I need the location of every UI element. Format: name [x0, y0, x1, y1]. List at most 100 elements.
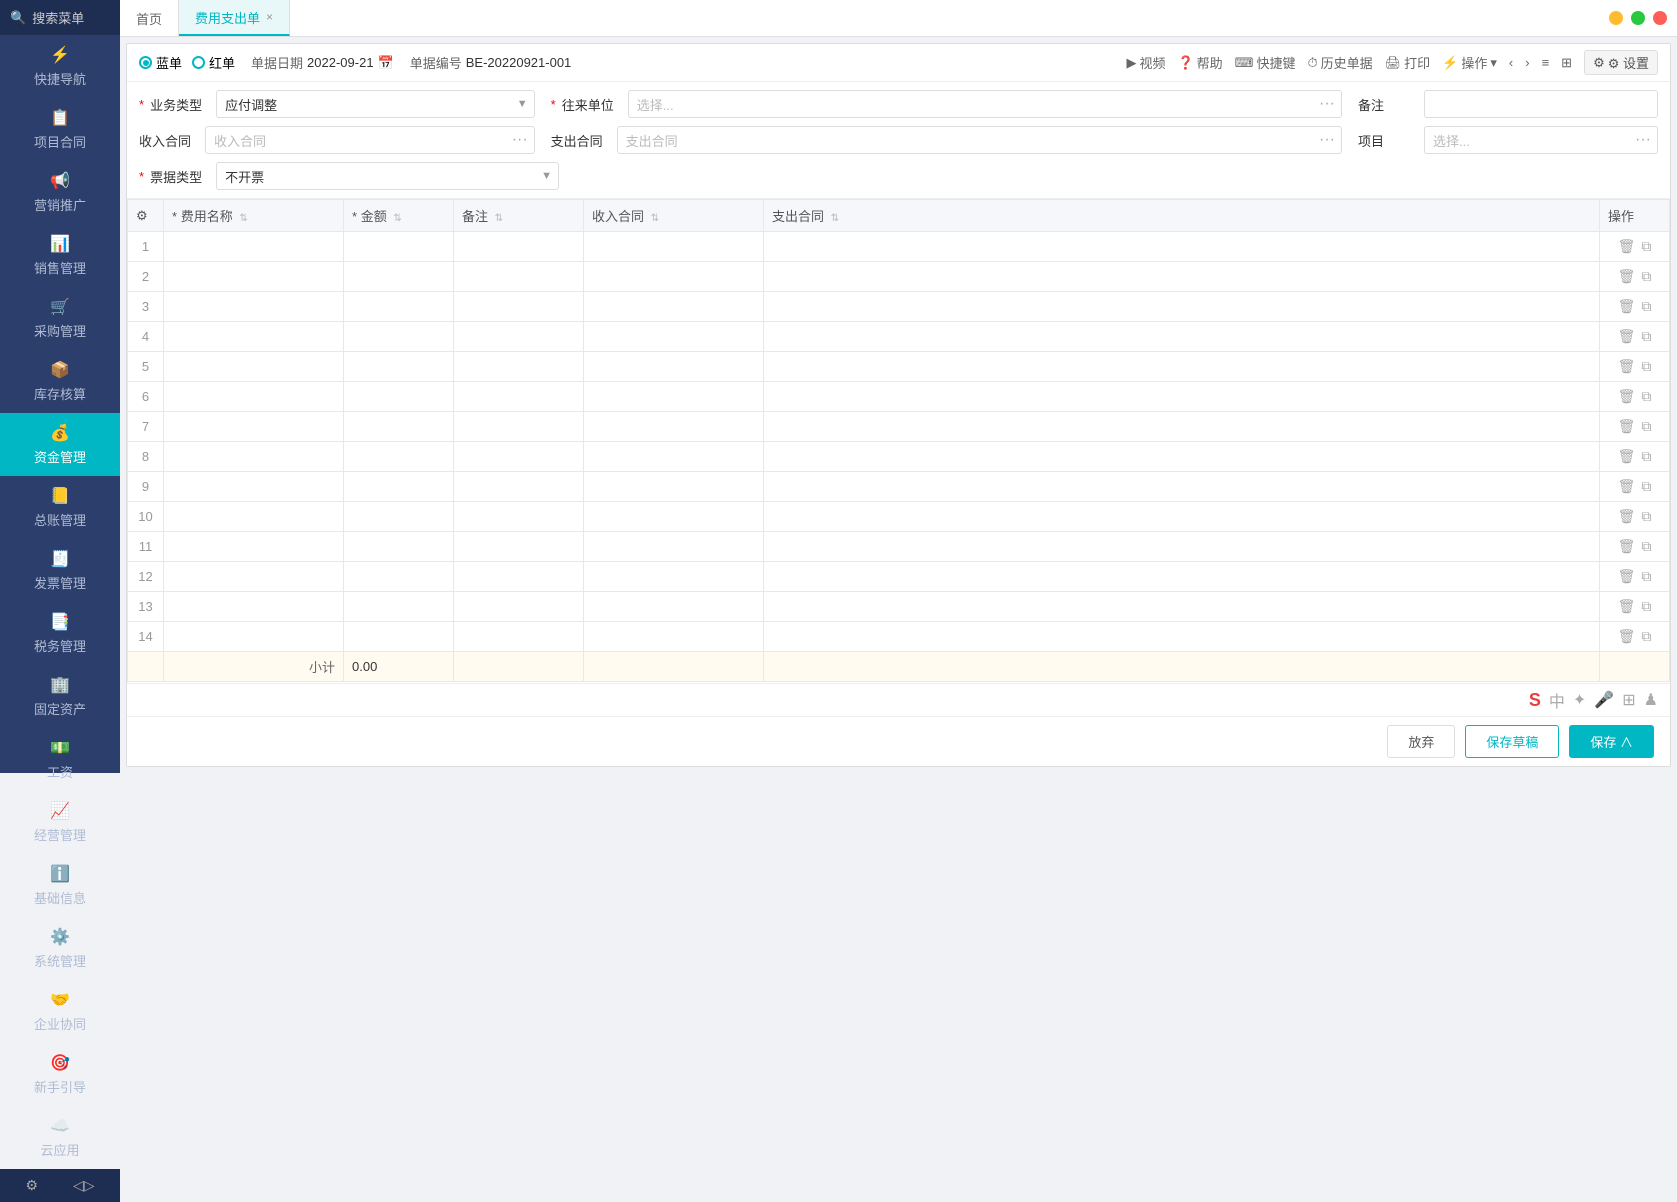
counterpart-input[interactable]: 选择... ···	[628, 90, 1342, 118]
row-delete-icon-14[interactable]: 🗑	[1618, 628, 1636, 645]
sidebar-item-ops-mgmt[interactable]: 📈经营管理	[0, 791, 120, 854]
row-copy-icon-6[interactable]: ⧉	[1641, 388, 1651, 405]
row-copy-icon-4[interactable]: ⧉	[1641, 328, 1651, 345]
sidebar-search[interactable]: 🔍 搜索菜单	[0, 0, 120, 35]
view-grid-button[interactable]: ⊞	[1561, 55, 1572, 71]
row-amount-10[interactable]	[344, 502, 454, 532]
row-amount-2[interactable]	[344, 262, 454, 292]
sort-amount-icon[interactable]: ⇅	[393, 213, 401, 224]
nav-next-button[interactable]: ›	[1525, 55, 1529, 70]
settings-footer-icon[interactable]: ⚙	[25, 1177, 38, 1194]
sidebar-item-quick-nav[interactable]: ⚡快捷导航	[0, 35, 120, 98]
doc-no-value[interactable]: BE-20220921-001	[466, 55, 572, 70]
row-expense-contract-7[interactable]	[764, 412, 1600, 442]
row-income-contract-9[interactable]	[584, 472, 764, 502]
row-amount-12[interactable]	[344, 562, 454, 592]
row-amount-4[interactable]	[344, 322, 454, 352]
print-action[interactable]: 🖨 打印	[1385, 53, 1431, 72]
input-tool-grid[interactable]: ⊞	[1622, 690, 1635, 710]
row-expense-contract-6[interactable]	[764, 382, 1600, 412]
sidebar-item-purchase-mgmt[interactable]: 🛒采购管理	[0, 287, 120, 350]
save-draft-button[interactable]: 保存草稿	[1465, 725, 1559, 758]
maximize-button[interactable]	[1631, 11, 1645, 25]
operation-action[interactable]: ⚡ 操作 ▾	[1442, 53, 1497, 72]
row-expense-name-12[interactable]	[164, 562, 344, 592]
row-amount-7[interactable]	[344, 412, 454, 442]
row-income-contract-8[interactable]	[584, 442, 764, 472]
row-amount-5[interactable]	[344, 352, 454, 382]
sidebar-item-basic-info[interactable]: ℹ️基础信息	[0, 854, 120, 917]
sidebar-item-invoice-mgmt[interactable]: 🧾发票管理	[0, 539, 120, 602]
business-type-input[interactable]: 应付调整 ▼	[216, 90, 535, 118]
row-remark-13[interactable]	[454, 592, 584, 622]
row-amount-13[interactable]	[344, 592, 454, 622]
row-copy-icon-2[interactable]: ⧉	[1641, 268, 1651, 285]
row-income-contract-10[interactable]	[584, 502, 764, 532]
sidebar-item-inventory[interactable]: 📦库存核算	[0, 350, 120, 413]
tab-expense[interactable]: 费用支出单×	[179, 0, 290, 36]
row-income-contract-13[interactable]	[584, 592, 764, 622]
minimize-button[interactable]	[1609, 11, 1623, 25]
row-expense-name-1[interactable]	[164, 232, 344, 262]
row-delete-icon-3[interactable]: 🗑	[1618, 298, 1636, 315]
remark-input[interactable]	[1424, 90, 1658, 118]
row-remark-4[interactable]	[454, 322, 584, 352]
row-income-contract-5[interactable]	[584, 352, 764, 382]
input-tool-mic[interactable]: 🎤	[1594, 690, 1614, 710]
row-delete-icon-7[interactable]: 🗑	[1618, 418, 1636, 435]
row-copy-icon-3[interactable]: ⧉	[1641, 298, 1651, 315]
row-delete-icon-4[interactable]: 🗑	[1618, 328, 1636, 345]
sidebar-item-project-contract[interactable]: 📋项目合同	[0, 98, 120, 161]
input-tool-s[interactable]: S	[1529, 690, 1541, 711]
volume-footer-icon[interactable]: ◁▷	[73, 1177, 95, 1194]
row-remark-12[interactable]	[454, 562, 584, 592]
row-expense-name-8[interactable]	[164, 442, 344, 472]
row-expense-contract-9[interactable]	[764, 472, 1600, 502]
sidebar-item-sales-mgmt[interactable]: 📊销售管理	[0, 224, 120, 287]
row-income-contract-7[interactable]	[584, 412, 764, 442]
row-expense-name-14[interactable]	[164, 622, 344, 652]
row-remark-5[interactable]	[454, 352, 584, 382]
tab-home[interactable]: 首页	[120, 0, 179, 36]
sidebar-item-tax-mgmt[interactable]: 📑税务管理	[0, 602, 120, 665]
row-expense-contract-1[interactable]	[764, 232, 1600, 262]
row-delete-icon-12[interactable]: 🗑	[1618, 568, 1636, 585]
date-value[interactable]: 2022-09-21	[307, 55, 374, 70]
row-delete-icon-8[interactable]: 🗑	[1618, 448, 1636, 465]
row-amount-1[interactable]	[344, 232, 454, 262]
row-amount-3[interactable]	[344, 292, 454, 322]
row-delete-icon-10[interactable]: 🗑	[1618, 508, 1636, 525]
row-expense-name-7[interactable]	[164, 412, 344, 442]
sidebar-item-accounting[interactable]: 📒总账管理	[0, 476, 120, 539]
sort-expense-contract-icon[interactable]: ⇅	[831, 213, 839, 224]
row-copy-icon-12[interactable]: ⧉	[1641, 568, 1651, 585]
row-delete-icon-2[interactable]: 🗑	[1618, 268, 1636, 285]
sort-income-icon[interactable]: ⇅	[651, 213, 659, 224]
row-expense-contract-2[interactable]	[764, 262, 1600, 292]
row-copy-icon-8[interactable]: ⧉	[1641, 448, 1651, 465]
view-list-button[interactable]: ≡	[1542, 55, 1550, 70]
row-expense-name-4[interactable]	[164, 322, 344, 352]
calendar-icon[interactable]: 📅	[378, 55, 394, 71]
row-delete-icon-5[interactable]: 🗑	[1618, 358, 1636, 375]
row-remark-7[interactable]	[454, 412, 584, 442]
row-delete-icon-11[interactable]: 🗑	[1618, 538, 1636, 555]
row-copy-icon-13[interactable]: ⧉	[1641, 598, 1651, 615]
video-action[interactable]: ▶ 视频	[1126, 53, 1165, 72]
row-remark-8[interactable]	[454, 442, 584, 472]
income-contract-input[interactable]: 收入合同 ···	[205, 126, 535, 154]
row-delete-icon-6[interactable]: 🗑	[1618, 388, 1636, 405]
row-copy-icon-14[interactable]: ⧉	[1641, 628, 1651, 645]
row-income-contract-11[interactable]	[584, 532, 764, 562]
row-expense-name-10[interactable]	[164, 502, 344, 532]
help-action[interactable]: ❓ 帮助	[1177, 53, 1222, 72]
row-amount-11[interactable]	[344, 532, 454, 562]
row-amount-8[interactable]	[344, 442, 454, 472]
radio-blue[interactable]: 蓝单	[139, 53, 182, 72]
row-remark-11[interactable]	[454, 532, 584, 562]
settings-button[interactable]: ⚙ ⚙ 设置	[1584, 50, 1658, 75]
row-expense-contract-8[interactable]	[764, 442, 1600, 472]
input-tool-dot[interactable]: ✦	[1573, 690, 1586, 710]
row-income-contract-12[interactable]	[584, 562, 764, 592]
sidebar-item-payroll[interactable]: 💵工资	[0, 728, 120, 791]
